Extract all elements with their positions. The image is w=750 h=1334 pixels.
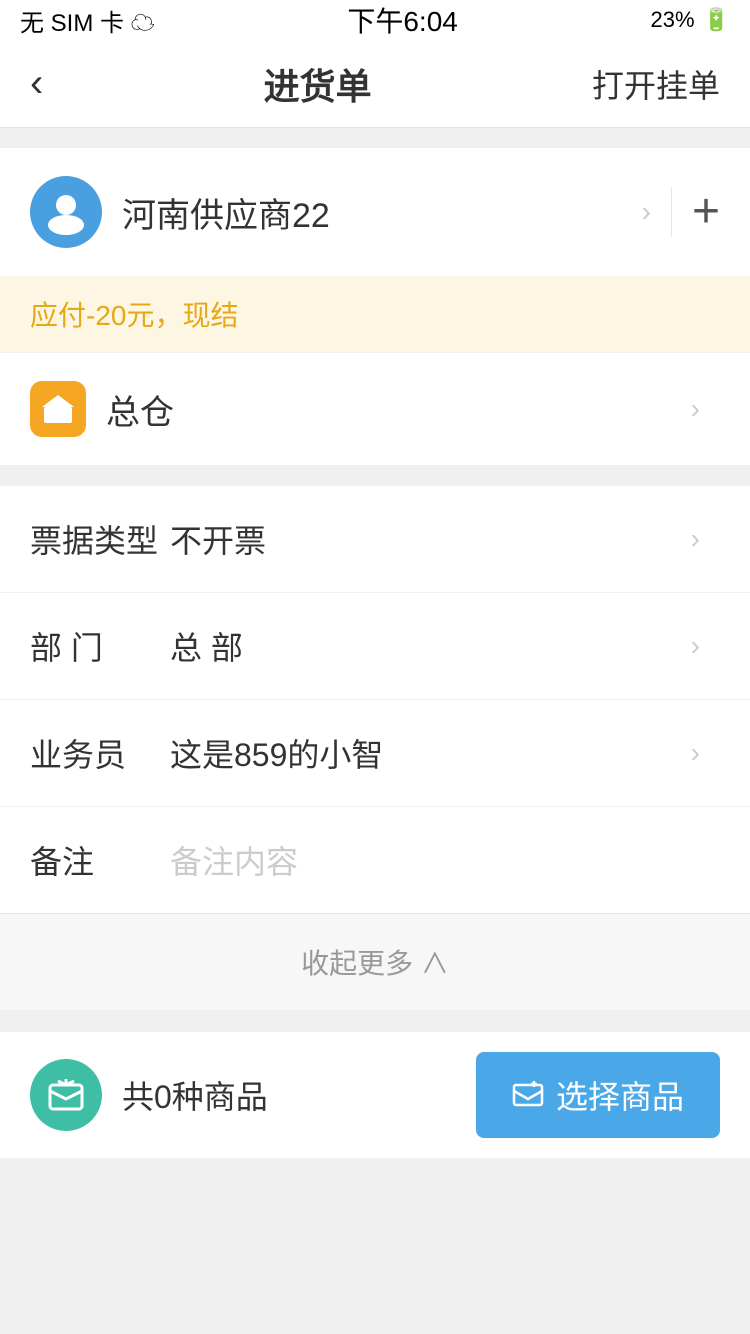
- warehouse-row[interactable]: 总仓 ›: [0, 352, 750, 465]
- nav-title: 进货单: [264, 58, 372, 110]
- status-bar: 无 SIM 卡 ☁ 下午6:04 23% 🔋: [0, 0, 750, 40]
- signal-text: 无 SIM 卡 ☁: [20, 3, 155, 38]
- collapse-row[interactable]: 收起更多 ∧: [0, 913, 750, 1010]
- open-pending-button[interactable]: 打开挂单: [592, 61, 720, 107]
- bottom-bar: 共0种商品 选择商品: [0, 1032, 750, 1158]
- section-gap-1: [0, 128, 750, 148]
- remark-label: 备注: [30, 837, 170, 883]
- invoice-type-value: 不开票: [170, 516, 691, 562]
- product-icon-wrap: [30, 1059, 102, 1131]
- salesperson-row[interactable]: 业务员 这是859的小智 ›: [0, 699, 750, 806]
- salesperson-value: 这是859的小智: [170, 730, 691, 776]
- product-count: 共0种商品: [122, 1072, 476, 1118]
- supplier-avatar: [30, 176, 102, 248]
- status-bar-left: 无 SIM 卡 ☁: [20, 3, 155, 38]
- select-product-button[interactable]: 选择商品: [476, 1052, 720, 1138]
- remark-input[interactable]: 备注内容: [170, 837, 720, 883]
- add-supplier-button[interactable]: +: [692, 188, 720, 236]
- invoice-type-label: 票据类型: [30, 516, 170, 562]
- department-chevron-icon: ›: [691, 630, 700, 662]
- status-bar-time: 下午6:04: [347, 0, 458, 40]
- warehouse-chevron-icon: ›: [691, 393, 700, 425]
- invoice-type-row[interactable]: 票据类型 不开票 ›: [0, 485, 750, 592]
- supplier-row[interactable]: 河南供应商22 › +: [0, 148, 750, 276]
- department-row[interactable]: 部 门 总 部 ›: [0, 592, 750, 699]
- department-label: 部 门: [30, 623, 170, 669]
- department-value: 总 部: [170, 623, 691, 669]
- supplier-name: 河南供应商22: [122, 188, 642, 237]
- back-button[interactable]: ‹: [30, 61, 43, 106]
- invoice-type-chevron-icon: ›: [691, 523, 700, 555]
- salesperson-chevron-icon: ›: [691, 737, 700, 769]
- warehouse-name: 总仓: [106, 385, 691, 434]
- status-bar-right: 23% 🔋: [651, 7, 730, 33]
- nav-bar: ‹ 进货单 打开挂单: [0, 40, 750, 128]
- select-product-label: 选择商品: [556, 1072, 684, 1118]
- section-gap-2: [0, 465, 750, 485]
- supplier-section: 河南供应商22 › + 应付-20元，现结 总仓 ›: [0, 148, 750, 465]
- notice-bar: 应付-20元，现结: [0, 276, 750, 352]
- section-gap-3: [0, 1010, 750, 1030]
- form-section: 票据类型 不开票 › 部 门 总 部 › 业务员 这是859的小智 › 备注 备…: [0, 485, 750, 1010]
- vertical-divider: [671, 187, 672, 237]
- collapse-label: 收起更多 ∧: [301, 942, 449, 982]
- salesperson-label: 业务员: [30, 730, 170, 776]
- warehouse-icon: [30, 381, 86, 437]
- supplier-chevron-icon: ›: [642, 196, 651, 228]
- battery-icon: 🔋: [703, 7, 730, 33]
- battery-text: 23%: [651, 7, 695, 33]
- remark-row[interactable]: 备注 备注内容: [0, 806, 750, 913]
